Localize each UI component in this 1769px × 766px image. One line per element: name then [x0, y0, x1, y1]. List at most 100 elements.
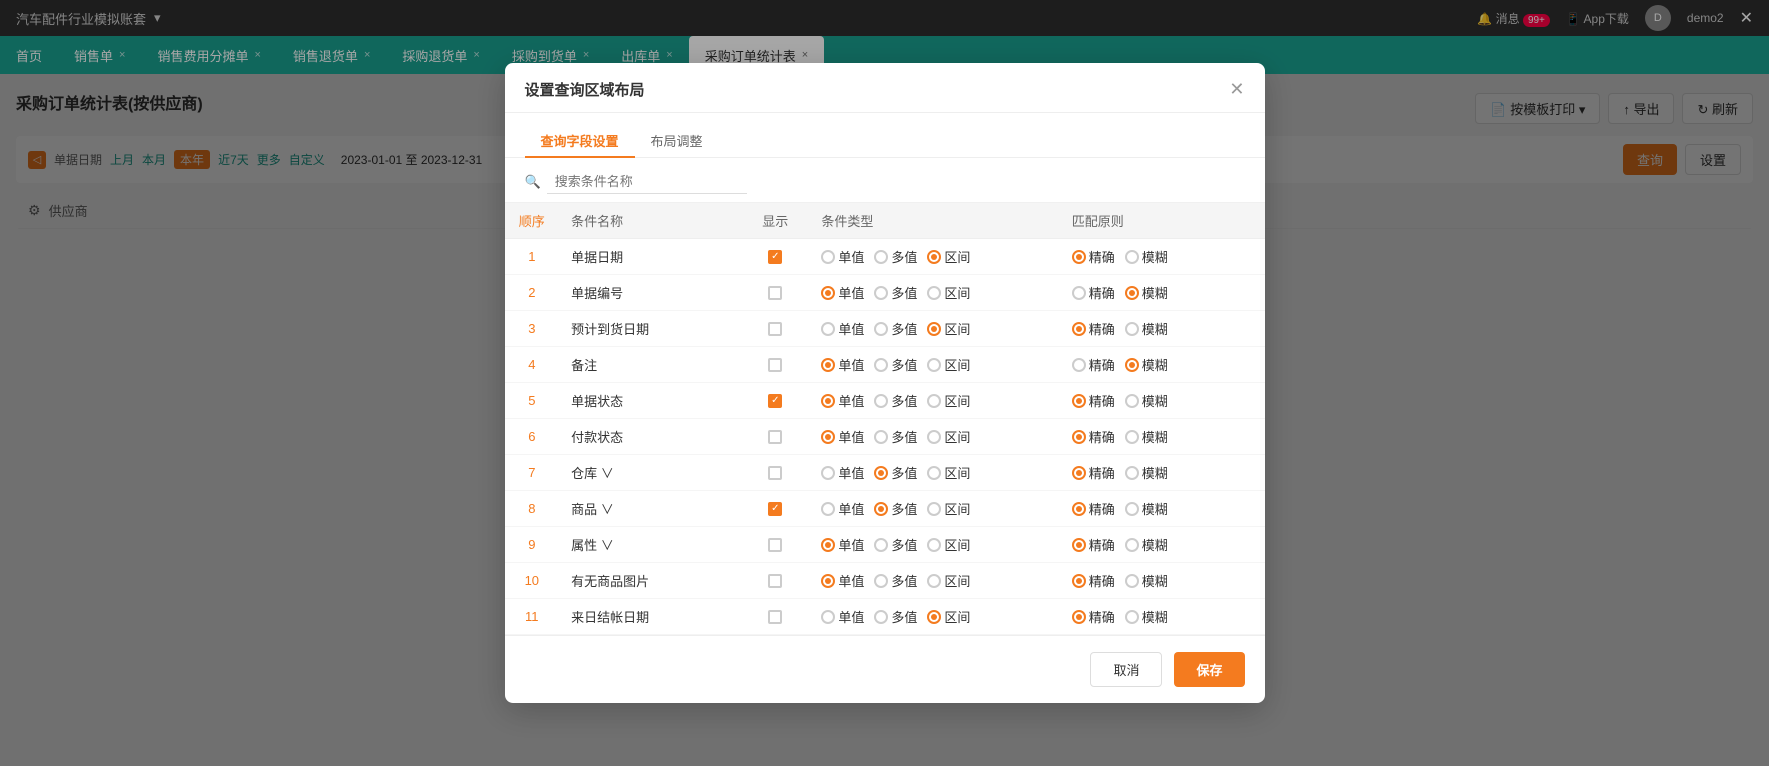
cell-display[interactable]: [741, 419, 809, 455]
radio-type-range[interactable]: 区间: [927, 427, 970, 446]
cell-display[interactable]: ✓: [741, 491, 809, 527]
radio-match-exact[interactable]: 精确: [1072, 355, 1115, 374]
radio-label-type-single: 单值: [838, 607, 864, 626]
radio-match-fuzzy[interactable]: 模糊: [1125, 427, 1168, 446]
radio-match-exact[interactable]: 精确: [1072, 535, 1115, 554]
cell-match-rule: 精确模糊: [1060, 599, 1265, 635]
dialog-close-button[interactable]: ✕: [1229, 79, 1244, 100]
display-checkbox[interactable]: [768, 466, 782, 480]
display-checkbox[interactable]: ✓: [768, 250, 782, 264]
radio-type-single[interactable]: 单值: [821, 391, 864, 410]
radio-match-fuzzy[interactable]: 模糊: [1125, 391, 1168, 410]
radio-label-match-fuzzy: 模糊: [1142, 391, 1168, 410]
radio-type-multi[interactable]: 多值: [874, 247, 917, 266]
radio-type-multi[interactable]: 多值: [874, 391, 917, 410]
display-checkbox[interactable]: [768, 322, 782, 336]
radio-match-exact[interactable]: 精确: [1072, 607, 1115, 626]
radio-match-exact[interactable]: 精确: [1072, 499, 1115, 518]
dialog-tab-fields[interactable]: 查询字段设置: [525, 125, 635, 158]
radio-type-multi[interactable]: 多值: [874, 355, 917, 374]
display-checkbox[interactable]: [768, 574, 782, 588]
radio-match-exact[interactable]: 精确: [1072, 391, 1115, 410]
cell-match-rule: 精确模糊: [1060, 455, 1265, 491]
radio-type-range[interactable]: 区间: [927, 463, 970, 482]
radio-circle-type-range: [927, 466, 941, 480]
radio-match-fuzzy[interactable]: 模糊: [1125, 607, 1168, 626]
radio-label-type-multi: 多值: [891, 319, 917, 338]
radio-type-single[interactable]: 单值: [821, 247, 864, 266]
dialog-tab-layout[interactable]: 布局调整: [635, 125, 719, 158]
display-checkbox[interactable]: ✓: [768, 502, 782, 516]
cell-display[interactable]: ✓: [741, 239, 809, 275]
save-button[interactable]: 保存: [1174, 652, 1244, 687]
radio-match-exact[interactable]: 精确: [1072, 283, 1115, 302]
radio-type-range[interactable]: 区间: [927, 607, 970, 626]
radio-type-single[interactable]: 单值: [821, 463, 864, 482]
display-checkbox[interactable]: ✓: [768, 394, 782, 408]
cell-order: 10: [505, 563, 560, 599]
radio-type-multi[interactable]: 多值: [874, 283, 917, 302]
radio-type-range[interactable]: 区间: [927, 319, 970, 338]
cell-display[interactable]: [741, 347, 809, 383]
radio-label-type-single: 单值: [838, 391, 864, 410]
radio-match-exact[interactable]: 精确: [1072, 427, 1115, 446]
radio-type-range[interactable]: 区间: [927, 499, 970, 518]
cell-display[interactable]: [741, 527, 809, 563]
radio-type-single[interactable]: 单值: [821, 535, 864, 554]
cell-display[interactable]: [741, 563, 809, 599]
radio-match-fuzzy[interactable]: 模糊: [1125, 247, 1168, 266]
radio-type-multi[interactable]: 多值: [874, 571, 917, 590]
cell-order: 2: [505, 275, 560, 311]
radio-circle-type-multi: [874, 430, 888, 444]
radio-type-range[interactable]: 区间: [927, 391, 970, 410]
radio-match-fuzzy[interactable]: 模糊: [1125, 355, 1168, 374]
radio-type-multi[interactable]: 多值: [874, 319, 917, 338]
search-input[interactable]: [547, 170, 747, 194]
radio-match-fuzzy[interactable]: 模糊: [1125, 499, 1168, 518]
radio-type-multi[interactable]: 多值: [874, 607, 917, 626]
radio-type-single[interactable]: 单值: [821, 355, 864, 374]
radio-match-fuzzy[interactable]: 模糊: [1125, 463, 1168, 482]
radio-type-range[interactable]: 区间: [927, 355, 970, 374]
radio-type-multi[interactable]: 多值: [874, 427, 917, 446]
radio-label-type-range: 区间: [944, 607, 970, 626]
radio-type-range[interactable]: 区间: [927, 283, 970, 302]
radio-type-range[interactable]: 区间: [927, 247, 970, 266]
radio-type-multi[interactable]: 多值: [874, 535, 917, 554]
cell-display[interactable]: [741, 455, 809, 491]
radio-label-type-multi: 多值: [891, 607, 917, 626]
radio-type-single[interactable]: 单值: [821, 427, 864, 446]
cell-display[interactable]: [741, 311, 809, 347]
radio-match-fuzzy[interactable]: 模糊: [1125, 571, 1168, 590]
th-condition-name: 条件名称: [559, 203, 741, 239]
radio-type-single[interactable]: 单值: [821, 283, 864, 302]
radio-match-fuzzy[interactable]: 模糊: [1125, 283, 1168, 302]
cancel-button[interactable]: 取消: [1090, 652, 1162, 687]
radio-type-multi[interactable]: 多值: [874, 463, 917, 482]
radio-circle-type-single: [821, 502, 835, 516]
radio-match-fuzzy[interactable]: 模糊: [1125, 535, 1168, 554]
radio-circle-type-single: [821, 250, 835, 264]
display-checkbox[interactable]: [768, 286, 782, 300]
radio-type-range[interactable]: 区间: [927, 571, 970, 590]
radio-type-range[interactable]: 区间: [927, 535, 970, 554]
display-checkbox[interactable]: [768, 430, 782, 444]
cell-display[interactable]: [741, 599, 809, 635]
cell-display[interactable]: ✓: [741, 383, 809, 419]
cell-condition-name: 预计到货日期: [559, 311, 741, 347]
radio-match-fuzzy[interactable]: 模糊: [1125, 319, 1168, 338]
display-checkbox[interactable]: [768, 358, 782, 372]
radio-type-single[interactable]: 单值: [821, 499, 864, 518]
radio-type-single[interactable]: 单值: [821, 319, 864, 338]
radio-type-single[interactable]: 单值: [821, 607, 864, 626]
display-checkbox[interactable]: [768, 610, 782, 624]
radio-type-single[interactable]: 单值: [821, 571, 864, 590]
cell-display[interactable]: [741, 275, 809, 311]
radio-match-exact[interactable]: 精确: [1072, 571, 1115, 590]
radio-match-exact[interactable]: 精确: [1072, 319, 1115, 338]
display-checkbox[interactable]: [768, 538, 782, 552]
radio-match-exact[interactable]: 精确: [1072, 247, 1115, 266]
radio-type-multi[interactable]: 多值: [874, 499, 917, 518]
radio-circle-match-fuzzy: [1125, 322, 1139, 336]
radio-match-exact[interactable]: 精确: [1072, 463, 1115, 482]
